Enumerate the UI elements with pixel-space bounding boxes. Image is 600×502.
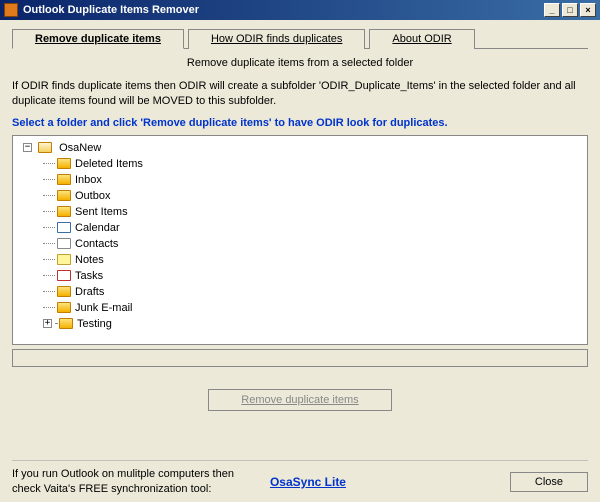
- footer: If you run Outlook on mulitple computers…: [12, 460, 588, 496]
- notes-icon: [57, 254, 71, 265]
- tab-strip: Remove duplicate items How ODIR finds du…: [12, 28, 588, 49]
- maximize-button[interactable]: □: [562, 3, 578, 17]
- close-window-button[interactable]: ×: [580, 3, 596, 17]
- tree-root-label[interactable]: OsaNew: [59, 142, 101, 154]
- window-buttons: _ □ ×: [542, 3, 596, 17]
- osasync-lite-link[interactable]: OsaSync Lite: [270, 475, 346, 489]
- title-bar: Outlook Duplicate Items Remover _ □ ×: [0, 0, 600, 20]
- tree-item-drafts[interactable]: Drafts: [43, 284, 583, 300]
- folder-root-icon: [38, 142, 52, 153]
- minimize-button[interactable]: _: [544, 3, 560, 17]
- folder-icon: [59, 318, 73, 329]
- status-bar: [12, 349, 588, 367]
- page-headline: Remove duplicate items from a selected f…: [12, 57, 588, 69]
- tasks-icon: [57, 270, 71, 281]
- tree-item-calendar[interactable]: Calendar: [43, 220, 583, 236]
- action-row: Remove duplicate items: [12, 389, 588, 411]
- window-title: Outlook Duplicate Items Remover: [23, 4, 542, 16]
- instruction-text: Select a folder and click 'Remove duplic…: [12, 117, 588, 129]
- calendar-icon: [57, 222, 71, 233]
- folder-icon: [57, 286, 71, 297]
- folder-tree[interactable]: − OsaNew Deleted Items Inbox Outbox Sent…: [12, 135, 588, 345]
- tree-item-contacts[interactable]: Contacts: [43, 236, 583, 252]
- tab-how-odir-finds[interactable]: How ODIR finds duplicates: [188, 29, 365, 49]
- description-text: If ODIR finds duplicate items then ODIR …: [12, 79, 588, 109]
- folder-icon: [57, 158, 71, 169]
- tree-item-sent-items[interactable]: Sent Items: [43, 204, 583, 220]
- close-button[interactable]: Close: [510, 472, 588, 492]
- content-area: Remove duplicate items How ODIR finds du…: [0, 20, 600, 502]
- folder-icon: [57, 190, 71, 201]
- remove-duplicates-button[interactable]: Remove duplicate items: [208, 389, 391, 411]
- tab-about-odir[interactable]: About ODIR: [369, 29, 474, 49]
- tree-root-node[interactable]: − OsaNew Deleted Items Inbox Outbox Sent…: [23, 140, 583, 332]
- tree-item-inbox[interactable]: Inbox: [43, 172, 583, 188]
- footer-text: If you run Outlook on mulitple computers…: [12, 467, 234, 496]
- contacts-icon: [57, 238, 71, 249]
- tree-item-outbox[interactable]: Outbox: [43, 188, 583, 204]
- folder-icon: [57, 302, 71, 313]
- app-icon: [4, 3, 18, 17]
- folder-icon: [57, 174, 71, 185]
- tab-remove-duplicates[interactable]: Remove duplicate items: [12, 29, 184, 49]
- tree-item-testing[interactable]: +Testing: [43, 316, 583, 332]
- expand-icon[interactable]: +: [43, 319, 52, 328]
- tree-item-deleted-items[interactable]: Deleted Items: [43, 156, 583, 172]
- tree-item-notes[interactable]: Notes: [43, 252, 583, 268]
- tree-item-tasks[interactable]: Tasks: [43, 268, 583, 284]
- collapse-icon[interactable]: −: [23, 143, 32, 152]
- tree-item-junk-email[interactable]: Junk E-mail: [43, 300, 583, 316]
- folder-icon: [57, 206, 71, 217]
